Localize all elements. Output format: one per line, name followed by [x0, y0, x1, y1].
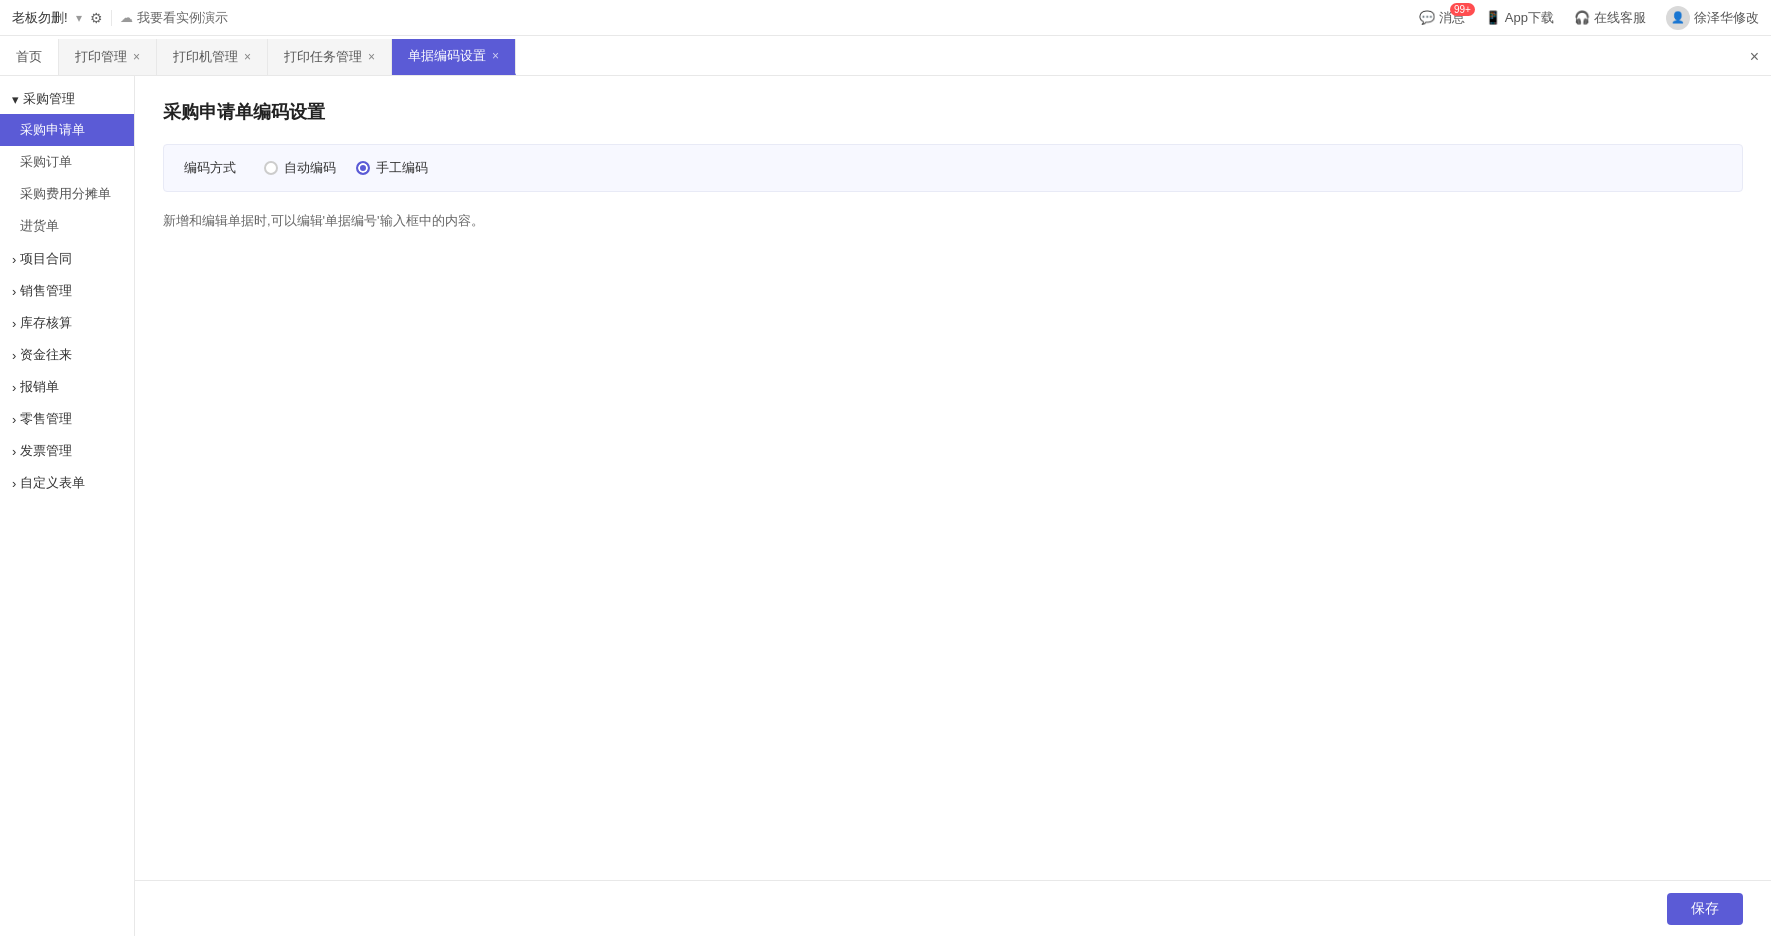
radio-auto[interactable]: 自动编码	[264, 159, 336, 177]
sidebar-group-retail-label: 零售管理	[20, 410, 72, 428]
expand-icon-inventory: ›	[12, 316, 16, 331]
sidebar-group-sales: › 销售管理	[0, 276, 134, 306]
tab-single-code[interactable]: 单据编码设置 ×	[392, 39, 516, 75]
sidebar-group-inventory: › 库存核算	[0, 308, 134, 338]
tab-print-task-close[interactable]: ×	[368, 50, 375, 64]
sidebar-group-custom-form-title[interactable]: › 自定义表单	[0, 468, 134, 498]
main-layout: ▾ 采购管理 采购申请单 采购订单 采购费用分摊单 进货单 › 项目合同	[0, 76, 1771, 936]
save-button[interactable]: 保存	[1667, 893, 1743, 925]
demo-link[interactable]: ☁ 我要看实例演示	[120, 9, 228, 27]
sidebar-group-sales-title[interactable]: › 销售管理	[0, 276, 134, 306]
content-inner: 采购申请单编码设置 编码方式 自动编码 手工编码 新增和编辑单据时,可以编辑'单…	[135, 76, 1771, 880]
message-icon: 💬	[1419, 10, 1435, 25]
tab-print-task[interactable]: 打印任务管理 ×	[268, 39, 392, 75]
top-bar-right: 💬 消息 99+ 📱 App下载 🎧 在线客服 👤 徐泽华修改	[1419, 6, 1759, 30]
tab-printer-mgmt-label: 打印机管理	[173, 48, 238, 66]
radio-manual[interactable]: 手工编码	[356, 159, 428, 177]
sidebar-item-purchase-request-label: 采购申请单	[20, 122, 85, 137]
sidebar-item-purchase-order-label: 采购订单	[20, 154, 72, 169]
tab-printer-mgmt[interactable]: 打印机管理 ×	[157, 39, 268, 75]
sidebar-group-retail-title[interactable]: › 零售管理	[0, 404, 134, 434]
sidebar-group-project-contract: › 项目合同	[0, 244, 134, 274]
sidebar-item-purchase-expense[interactable]: 采购费用分摊单	[0, 178, 134, 210]
sidebar-item-purchase-order[interactable]: 采购订单	[0, 146, 134, 178]
expand-icon-sales: ›	[12, 284, 16, 299]
expand-icon-custom: ›	[12, 476, 16, 491]
sidebar-group-funds-label: 资金往来	[20, 346, 72, 364]
sidebar-item-purchase-expense-label: 采购费用分摊单	[20, 186, 111, 201]
tab-single-code-close[interactable]: ×	[492, 49, 499, 63]
content-area: 采购申请单编码设置 编码方式 自动编码 手工编码 新增和编辑单据时,可以编辑'单…	[135, 76, 1771, 936]
expand-icon-invoice: ›	[12, 444, 16, 459]
app-icon: 📱	[1485, 10, 1501, 25]
collapse-icon: ▾	[12, 92, 19, 107]
tab-print-mgmt-close[interactable]: ×	[133, 50, 140, 64]
radio-group: 自动编码 手工编码	[264, 159, 428, 177]
expand-icon-retail: ›	[12, 412, 16, 427]
message-badge: 99+	[1450, 3, 1475, 16]
sidebar-group-purchase: ▾ 采购管理 采购申请单 采购订单 采购费用分摊单 进货单	[0, 84, 134, 242]
app-download-button[interactable]: 📱 App下载	[1485, 9, 1554, 27]
sidebar-group-funds: › 资金往来	[0, 340, 134, 370]
service-label: 在线客服	[1594, 9, 1646, 27]
sidebar-group-returns: › 报销单	[0, 372, 134, 402]
message-button[interactable]: 💬 消息 99+	[1419, 9, 1465, 27]
user-profile[interactable]: 👤 徐泽华修改	[1666, 6, 1759, 30]
sidebar-group-custom-form-label: 自定义表单	[20, 474, 85, 492]
settings-icon[interactable]: ⚙	[90, 10, 103, 26]
sidebar-item-receipt[interactable]: 进货单	[0, 210, 134, 242]
sidebar-item-receipt-label: 进货单	[20, 218, 59, 233]
close-all-tabs-button[interactable]: ×	[1738, 39, 1771, 75]
radio-manual-circle	[356, 161, 370, 175]
tab-single-code-label: 单据编码设置	[408, 47, 486, 65]
user-name: 徐泽华修改	[1694, 9, 1759, 27]
sidebar-group-custom-form: › 自定义表单	[0, 468, 134, 498]
sidebar-group-returns-label: 报销单	[20, 378, 59, 396]
sidebar: ▾ 采购管理 采购申请单 采购订单 采购费用分摊单 进货单 › 项目合同	[0, 76, 135, 936]
tab-bar: 首页 打印管理 × 打印机管理 × 打印任务管理 × 单据编码设置 × ×	[0, 36, 1771, 76]
page-title: 采购申请单编码设置	[163, 100, 1743, 124]
radio-manual-label: 手工编码	[376, 159, 428, 177]
expand-icon-returns: ›	[12, 380, 16, 395]
headset-icon: 🎧	[1574, 10, 1590, 25]
encoding-form: 编码方式 自动编码 手工编码	[163, 144, 1743, 192]
encoding-label: 编码方式	[184, 159, 236, 177]
sidebar-group-funds-title[interactable]: › 资金往来	[0, 340, 134, 370]
brand-text: 老板勿删!	[12, 9, 68, 27]
sidebar-group-invoice-label: 发票管理	[20, 442, 72, 460]
sidebar-group-inventory-label: 库存核算	[20, 314, 72, 332]
expand-icon-funds: ›	[12, 348, 16, 363]
demo-text: 我要看实例演示	[137, 9, 228, 27]
tab-home[interactable]: 首页	[0, 39, 59, 75]
top-bar-left: 老板勿删! ▾ ⚙ ☁ 我要看实例演示	[12, 9, 228, 27]
online-service-button[interactable]: 🎧 在线客服	[1574, 9, 1646, 27]
avatar: 👤	[1666, 6, 1690, 30]
top-bar: 老板勿删! ▾ ⚙ ☁ 我要看实例演示 💬 消息 99+ 📱 App下载 🎧 在…	[0, 0, 1771, 36]
content-footer: 保存	[135, 880, 1771, 936]
sidebar-group-project-contract-title[interactable]: › 项目合同	[0, 244, 134, 274]
tab-print-task-label: 打印任务管理	[284, 48, 362, 66]
radio-auto-circle	[264, 161, 278, 175]
tab-print-mgmt-label: 打印管理	[75, 48, 127, 66]
sidebar-group-invoice-title[interactable]: › 发票管理	[0, 436, 134, 466]
cloud-icon: ☁	[120, 10, 133, 25]
sidebar-group-retail: › 零售管理	[0, 404, 134, 434]
app-label: App下载	[1505, 9, 1554, 27]
sidebar-group-invoice: › 发票管理	[0, 436, 134, 466]
tab-print-mgmt[interactable]: 打印管理 ×	[59, 39, 157, 75]
expand-icon: ›	[12, 252, 16, 267]
sidebar-group-returns-title[interactable]: › 报销单	[0, 372, 134, 402]
sidebar-group-project-contract-label: 项目合同	[20, 250, 72, 268]
tab-printer-mgmt-close[interactable]: ×	[244, 50, 251, 64]
brand-arrow-icon[interactable]: ▾	[76, 11, 82, 25]
sidebar-group-inventory-title[interactable]: › 库存核算	[0, 308, 134, 338]
radio-auto-label: 自动编码	[284, 159, 336, 177]
divider	[111, 10, 112, 26]
sidebar-group-purchase-label: 采购管理	[23, 90, 75, 108]
tab-home-label: 首页	[16, 48, 42, 66]
sidebar-item-purchase-request[interactable]: 采购申请单	[0, 114, 134, 146]
sidebar-group-sales-label: 销售管理	[20, 282, 72, 300]
description-text: 新增和编辑单据时,可以编辑'单据编号'输入框中的内容。	[163, 208, 1743, 234]
sidebar-group-purchase-title[interactable]: ▾ 采购管理	[0, 84, 134, 114]
